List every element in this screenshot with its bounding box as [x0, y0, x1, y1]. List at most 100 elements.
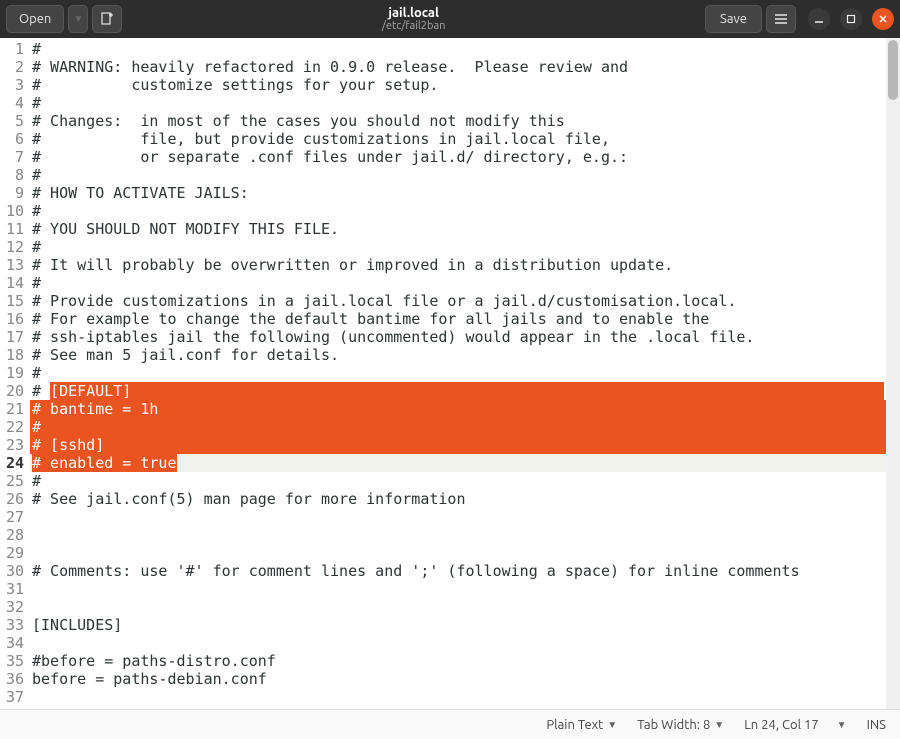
- code-line[interactable]: [INCLUDES]: [30, 616, 886, 634]
- syntax-mode-selector[interactable]: Plain Text ▼: [546, 718, 617, 732]
- open-recent-dropdown[interactable]: ▼: [68, 5, 88, 33]
- code-line[interactable]: # WARNING: heavily refactored in 0.9.0 r…: [30, 58, 886, 76]
- line-number: 32: [0, 598, 24, 616]
- line-number: 34: [0, 634, 24, 652]
- code-line[interactable]: #: [30, 166, 886, 184]
- vertical-scrollbar[interactable]: [886, 38, 900, 709]
- line-number-gutter: 1234567891011121314151617181920212223242…: [0, 38, 30, 709]
- code-line[interactable]: # HOW TO ACTIVATE JAILS:: [30, 184, 886, 202]
- insert-mode-label: INS: [867, 718, 886, 732]
- code-line[interactable]: #: [30, 364, 886, 382]
- line-number: 18: [0, 346, 24, 364]
- code-line[interactable]: #: [30, 472, 886, 490]
- title-area: jail.local /etc/fail2ban: [126, 6, 701, 32]
- line-number: 9: [0, 184, 24, 202]
- statusbar: Plain Text ▼ Tab Width: 8 ▼ Ln 24, Col 1…: [0, 709, 900, 739]
- code-line[interactable]: # Changes: in most of the cases you shou…: [30, 112, 886, 130]
- save-button[interactable]: Save: [705, 5, 762, 33]
- line-number: 20: [0, 382, 24, 400]
- line-number: 1: [0, 40, 24, 58]
- code-line[interactable]: #: [30, 418, 886, 436]
- line-number: 27: [0, 508, 24, 526]
- minimize-button[interactable]: [808, 8, 830, 30]
- code-line[interactable]: # For example to change the default bant…: [30, 310, 886, 328]
- code-line[interactable]: #before = paths-distro.conf: [30, 652, 886, 670]
- minimize-icon: [814, 14, 824, 24]
- insert-mode-indicator[interactable]: INS: [867, 718, 886, 732]
- code-line[interactable]: # [sshd]: [30, 436, 886, 454]
- line-number: 17: [0, 328, 24, 346]
- code-line[interactable]: #: [30, 238, 886, 256]
- hamburger-menu-button[interactable]: [766, 5, 796, 33]
- syntax-mode-label: Plain Text: [546, 718, 603, 732]
- code-line[interactable]: [30, 526, 886, 544]
- code-line[interactable]: [30, 580, 886, 598]
- line-number: 16: [0, 310, 24, 328]
- code-line[interactable]: # Comments: use '#' for comment lines an…: [30, 562, 886, 580]
- tab-width-selector[interactable]: Tab Width: 8 ▼: [637, 718, 724, 732]
- line-number: 5: [0, 112, 24, 130]
- code-line[interactable]: # It will probably be overwritten or imp…: [30, 256, 886, 274]
- line-number: 21: [0, 400, 24, 418]
- maximize-icon: [846, 14, 856, 24]
- line-number: 36: [0, 670, 24, 688]
- line-number: 13: [0, 256, 24, 274]
- line-number: 3: [0, 76, 24, 94]
- code-content[interactable]: ## WARNING: heavily refactored in 0.9.0 …: [30, 38, 886, 709]
- code-line[interactable]: # or separate .conf files under jail.d/ …: [30, 148, 886, 166]
- code-line[interactable]: [30, 598, 886, 616]
- line-number: 25: [0, 472, 24, 490]
- code-line[interactable]: # bantime = 1h: [30, 400, 886, 418]
- line-number: 12: [0, 238, 24, 256]
- open-button[interactable]: Open: [6, 5, 64, 33]
- line-number: 4: [0, 94, 24, 112]
- code-line[interactable]: # enabled = true: [30, 454, 886, 472]
- hamburger-icon: [774, 13, 788, 25]
- code-line[interactable]: [30, 544, 886, 562]
- line-number: 2: [0, 58, 24, 76]
- new-tab-button[interactable]: [92, 5, 122, 33]
- line-number: 22: [0, 418, 24, 436]
- close-icon: [878, 14, 888, 24]
- line-number: 24: [0, 454, 24, 472]
- code-line[interactable]: # Provide customizations in a jail.local…: [30, 292, 886, 310]
- code-line[interactable]: #: [30, 202, 886, 220]
- cursor-position-selector[interactable]: Ln 24, Col 17 ▼: [744, 718, 846, 732]
- line-number: 11: [0, 220, 24, 238]
- code-line[interactable]: [30, 688, 886, 706]
- code-line[interactable]: # See man 5 jail.conf for details.: [30, 346, 886, 364]
- line-number: 26: [0, 490, 24, 508]
- line-number: 23: [0, 436, 24, 454]
- line-number: 31: [0, 580, 24, 598]
- code-line[interactable]: # file, but provide customizations in ja…: [30, 130, 886, 148]
- line-number: 15: [0, 292, 24, 310]
- line-number: 14: [0, 274, 24, 292]
- editor-area[interactable]: 1234567891011121314151617181920212223242…: [0, 38, 900, 709]
- new-document-icon: [100, 12, 114, 26]
- code-line[interactable]: # YOU SHOULD NOT MODIFY THIS FILE.: [30, 220, 886, 238]
- code-line[interactable]: before = paths-debian.conf: [30, 670, 886, 688]
- code-line[interactable]: # ssh-iptables jail the following (uncom…: [30, 328, 886, 346]
- scrollbar-thumb[interactable]: [888, 40, 898, 100]
- code-line[interactable]: #: [30, 274, 886, 292]
- filepath-label: /etc/fail2ban: [126, 20, 701, 32]
- code-line[interactable]: #: [30, 94, 886, 112]
- chevron-down-icon: ▼: [714, 719, 724, 731]
- code-line[interactable]: # customize settings for your setup.: [30, 76, 886, 94]
- line-number: 19: [0, 364, 24, 382]
- code-line[interactable]: [30, 634, 886, 652]
- close-button[interactable]: [872, 8, 894, 30]
- line-number: 28: [0, 526, 24, 544]
- code-line[interactable]: [30, 508, 886, 526]
- code-line[interactable]: # [DEFAULT]: [30, 382, 886, 400]
- line-number: 33: [0, 616, 24, 634]
- chevron-down-icon: ▼: [607, 719, 617, 731]
- chevron-down-icon: ▼: [73, 13, 83, 25]
- code-line[interactable]: # See jail.conf(5) man page for more inf…: [30, 490, 886, 508]
- line-number: 10: [0, 202, 24, 220]
- line-number: 30: [0, 562, 24, 580]
- maximize-button[interactable]: [840, 8, 862, 30]
- cursor-position-label: Ln 24, Col 17: [744, 718, 818, 732]
- filename-label: jail.local: [126, 6, 701, 20]
- code-line[interactable]: #: [30, 40, 886, 58]
